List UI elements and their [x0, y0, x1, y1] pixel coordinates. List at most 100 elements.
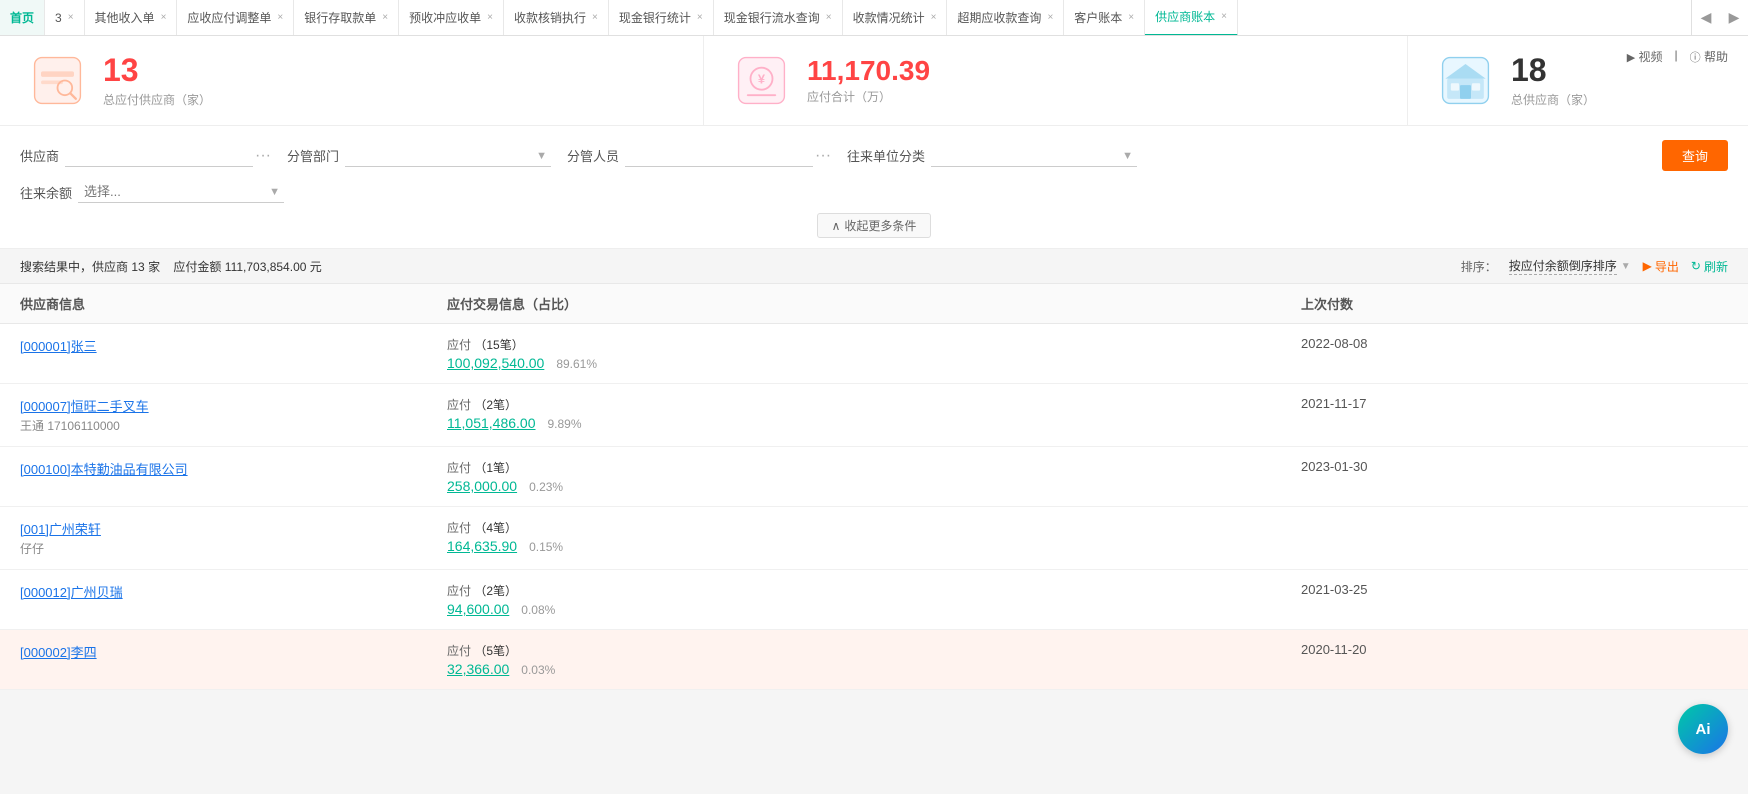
person-label: 分管人员 [567, 146, 619, 165]
nav-tab-3[interactable]: 银行存取款单 × [294, 0, 399, 36]
table-body: [000001]张三 应付 （15笔） 100,092,540.00 89.61… [0, 324, 1748, 690]
result-bar: 搜索结果中，供应商 13 家 应付金额 111,703,854.00 元 排序：… [0, 249, 1748, 284]
nav-tab-4[interactable]: 预收冲应收单 × [399, 0, 504, 36]
col-header-1: 供应商信息 [20, 294, 447, 313]
tx-row-0: 100,092,540.00 89.61% [447, 353, 1301, 371]
ai-button[interactable]: Ai [1678, 704, 1728, 754]
tx-amount-4[interactable]: 94,600.00 [447, 601, 509, 617]
close-icon[interactable]: × [592, 12, 598, 23]
supplier-info-1: [000007]恒旺二手叉车 王通 17106110000 [20, 396, 447, 434]
svg-text:¥: ¥ [758, 71, 766, 86]
tx-amount-3[interactable]: 164,635.90 [447, 538, 517, 554]
nav-tab-10[interactable]: 客户账本 × [1064, 0, 1145, 36]
category-select[interactable] [931, 145, 1137, 167]
filter-category: 往来单位分类 ▼ [847, 145, 1137, 167]
person-dots-icon[interactable]: ··· [815, 147, 831, 165]
tx-label-1: 应付 （2笔） [447, 396, 1301, 413]
filter-person: 分管人员 ··· [567, 145, 831, 167]
tx-amount-2[interactable]: 258,000.00 [447, 478, 517, 494]
refresh-button[interactable]: ↻ 刷新 [1691, 258, 1728, 275]
person-input[interactable] [625, 145, 813, 167]
nav-tab-0[interactable]: 3 × [45, 0, 85, 36]
amount-icon: ¥ [734, 53, 789, 108]
supplier-link-2[interactable]: [000100]本特勤油品有限公司 [20, 459, 447, 478]
balance-select[interactable] [78, 181, 284, 203]
nav-tab-2[interactable]: 应收应付调整单 × [177, 0, 294, 36]
supplier-link-4[interactable]: [000012]广州贝瑞 [20, 582, 447, 601]
nav-prev-arrow[interactable]: ◀ [1692, 0, 1720, 36]
chevron-up-icon: ∧ [832, 219, 841, 233]
summary-card-amount: ¥ 11,170.39 应付合计（万） [704, 36, 1408, 125]
nav-tab-5[interactable]: 收款核销执行 × [504, 0, 609, 36]
tx-label-0: 应付 （15笔） [447, 336, 1301, 353]
tx-amount-0[interactable]: 100,092,540.00 [447, 355, 544, 371]
summary-number-1: 13 [103, 53, 211, 88]
top-right-links: ▶ 视频 | ⓘ 帮助 [1627, 48, 1728, 65]
query-button[interactable]: 查询 [1662, 140, 1728, 171]
close-icon[interactable]: × [1221, 11, 1227, 22]
table-row: [000100]本特勤油品有限公司 应付 （1笔） 258,000.00 0.2… [0, 447, 1748, 507]
nav-tab-8[interactable]: 收款情况统计 × [843, 0, 948, 36]
tx-info-1: 应付 （2笔） 11,051,486.00 9.89% [447, 396, 1301, 431]
summary-card-total: 18 总供应商（家） ▶ 视频 | ⓘ 帮助 [1408, 36, 1748, 125]
tx-label-4: 应付 （2笔） [447, 582, 1301, 599]
collapse-button[interactable]: ∧ 收起更多条件 [817, 213, 932, 238]
tx-info-5: 应付 （5笔） 32,366.00 0.03% [447, 642, 1301, 677]
balance-select-wrapper: ▼ [78, 181, 284, 203]
dept-select-wrapper: ▼ [345, 145, 551, 167]
nav-tab-6[interactable]: 现金银行统计 × [609, 0, 714, 36]
nav-tab-11[interactable]: 供应商账本 × [1145, 0, 1238, 36]
nav-tab-7[interactable]: 现金银行流水查询 × [714, 0, 843, 36]
close-icon[interactable]: × [826, 12, 832, 23]
tx-amount-1[interactable]: 11,051,486.00 [447, 415, 536, 431]
sort-select[interactable]: 按应付余额倒序排序 ▼ [1509, 257, 1631, 275]
summary-row: 13 总应付供应商（家） ¥ 11,170.39 应付合计（万） [0, 36, 1748, 126]
supplier-input[interactable] [65, 145, 253, 167]
close-icon[interactable]: × [1047, 12, 1053, 23]
close-icon[interactable]: × [931, 12, 937, 23]
table-area: 供应商信息 应付交易信息（占比） 上次付数 [000001]张三 应付 （15笔… [0, 284, 1748, 690]
store-icon [1438, 53, 1493, 108]
video-link[interactable]: ▶ 视频 [1627, 48, 1663, 65]
dept-select[interactable] [345, 145, 551, 167]
table-header: 供应商信息 应付交易信息（占比） 上次付数 [0, 284, 1748, 324]
category-label: 往来单位分类 [847, 146, 925, 165]
close-icon[interactable]: × [277, 12, 283, 23]
help-link[interactable]: ⓘ 帮助 [1690, 48, 1728, 65]
last-pay-4: 2021-03-25 [1301, 582, 1728, 597]
nav-home[interactable]: 首页 [0, 0, 45, 36]
supplier-link-1[interactable]: [000007]恒旺二手叉车 [20, 396, 447, 415]
tx-amount-5[interactable]: 32,366.00 [447, 661, 509, 677]
close-icon[interactable]: × [161, 12, 167, 23]
supplier-dots-icon[interactable]: ··· [255, 147, 271, 165]
tx-row-5: 32,366.00 0.03% [447, 659, 1301, 677]
close-icon[interactable]: × [68, 12, 74, 23]
nav-next-arrow[interactable]: ▶ [1720, 0, 1748, 36]
close-icon[interactable]: × [487, 12, 493, 23]
last-pay-2: 2023-01-30 [1301, 459, 1728, 474]
supplier-info-2: [000100]本特勤油品有限公司 [20, 459, 447, 478]
export-button[interactable]: ▶ 导出 [1643, 258, 1679, 275]
summary-info-1: 13 总应付供应商（家） [103, 53, 211, 107]
filter-area: 供应商 ··· 分管部门 ▼ 分管人员 ··· 往来单位分类 ▼ 查询 [0, 126, 1748, 249]
filter-balance: 往来余额 ▼ [20, 181, 284, 203]
col-header-2: 应付交易信息（占比） [447, 294, 1301, 313]
tx-info-2: 应付 （1笔） 258,000.00 0.23% [447, 459, 1301, 494]
tx-label-3: 应付 （4笔） [447, 519, 1301, 536]
summary-number-3: 18 [1511, 53, 1595, 88]
supplier-sub-1: 王通 17106110000 [20, 417, 447, 434]
supplier-link-0[interactable]: [000001]张三 [20, 336, 447, 355]
close-icon[interactable]: × [697, 12, 703, 23]
last-pay-0: 2022-08-08 [1301, 336, 1728, 351]
close-icon[interactable]: × [1128, 12, 1134, 23]
tx-row-4: 94,600.00 0.08% [447, 599, 1301, 617]
supplier-link-3[interactable]: [001]广州荣轩 [20, 519, 447, 538]
tx-percent-1: 9.89% [548, 417, 582, 431]
export-icon: ▶ [1643, 259, 1652, 273]
nav-tab-9[interactable]: 超期应收款查询 × [947, 0, 1064, 36]
nav-tab-1[interactable]: 其他收入单 × [85, 0, 178, 36]
summary-card-suppliers: 13 总应付供应商（家） [0, 36, 704, 125]
tx-percent-5: 0.03% [521, 663, 555, 677]
close-icon[interactable]: × [382, 12, 388, 23]
supplier-link-5[interactable]: [000002]李四 [20, 642, 447, 661]
